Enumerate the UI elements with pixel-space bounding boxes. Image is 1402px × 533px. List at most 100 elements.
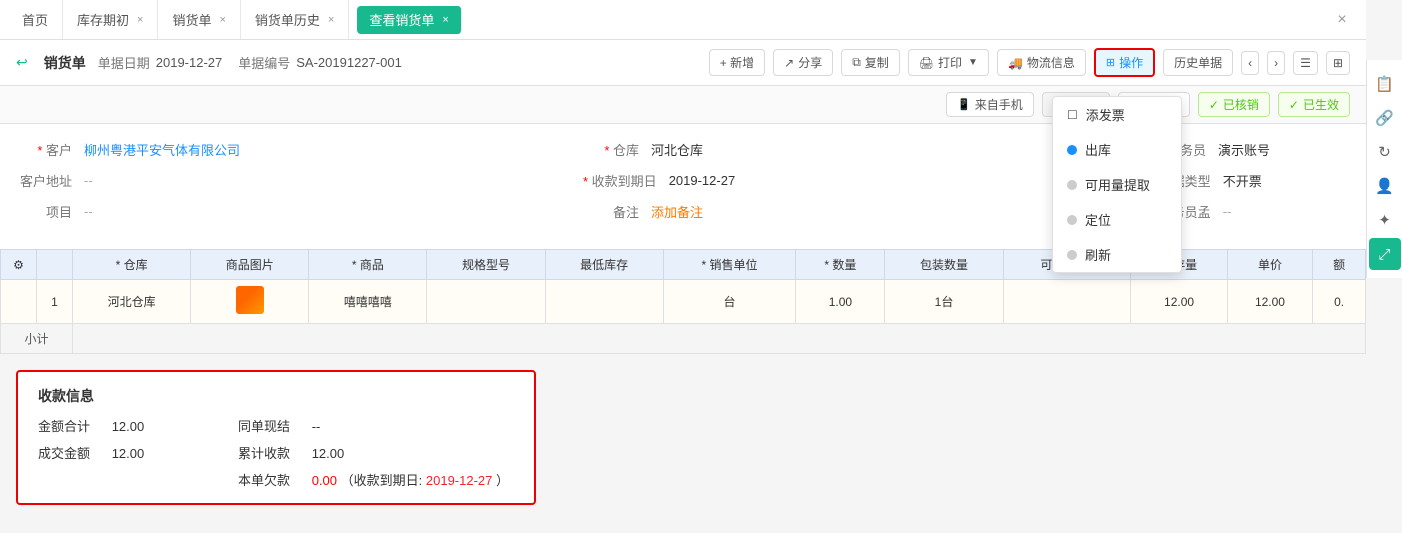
col-sales-unit: * 销售单位 xyxy=(663,250,796,280)
print-button[interactable]: 🖨 打印 ▼ xyxy=(908,49,989,76)
col-gear[interactable]: ⚙ xyxy=(1,250,37,280)
tab-home[interactable]: 首页 xyxy=(8,0,63,39)
history-button[interactable]: 历史单据 xyxy=(1163,49,1233,76)
col-min-stock: 最低库存 xyxy=(545,250,663,280)
project-label: 项目 xyxy=(16,202,76,221)
canceled-badge: ✓ 已核销 xyxy=(1198,92,1270,117)
doc-number-label: 单据编号 xyxy=(238,53,290,72)
add-remark-button[interactable]: 添加备注 xyxy=(651,202,703,221)
cumulative-value: 12.00 xyxy=(312,446,345,461)
row-product: 嘻嘻嘻嘻 xyxy=(309,280,427,324)
same-order-label: 同单现结 xyxy=(238,419,290,434)
doc-title: 销货单 xyxy=(44,53,86,73)
total-amount-label: 金额合计 xyxy=(38,419,90,434)
address-field: 客户地址 -- xyxy=(16,171,583,190)
grid-view-button[interactable]: ⊞ xyxy=(1326,51,1350,75)
dropdown-refresh[interactable]: 刷新 xyxy=(1053,237,1181,272)
col-product: * 商品 xyxy=(309,250,427,280)
share-button[interactable]: ↗ 分享 xyxy=(773,49,833,76)
add-invoice-icon: ☐ xyxy=(1067,108,1078,122)
address-value: -- xyxy=(84,173,93,188)
row-qty: 1.00 xyxy=(796,280,885,324)
copy-button[interactable]: ⧉ 复制 xyxy=(841,49,900,76)
warehouse-value: 河北仓库 xyxy=(651,140,703,159)
transaction-label: 成交金额 xyxy=(38,446,90,461)
transaction-value: 12.00 xyxy=(112,446,145,461)
tab-view-close[interactable]: × xyxy=(442,14,448,26)
tab-sales-label: 销货单 xyxy=(172,10,211,29)
sidebar-expand-icon[interactable]: ⤢ xyxy=(1369,238,1401,270)
tab-sales-order[interactable]: 销货单 × xyxy=(158,0,240,39)
refresh-icon xyxy=(1067,250,1077,260)
out-stock-label: 出库 xyxy=(1085,140,1111,159)
doc-title-icon: ↩ xyxy=(16,54,28,71)
doc-date-field: 单据日期 2019-12-27 xyxy=(98,53,223,72)
payment-cumulative: 累计收款 12.00 xyxy=(238,443,514,462)
payment-box: 收款信息 金额合计 12.00 同单现结 -- 成交金额 12.00 累计收款 xyxy=(16,370,536,505)
sidebar-star-icon[interactable]: ✦ xyxy=(1369,204,1401,236)
ticket-value: 不开票 xyxy=(1223,171,1262,190)
prev-button[interactable]: ‹ xyxy=(1241,51,1259,75)
row-available xyxy=(1003,280,1131,324)
add-invoice-label: 添发票 xyxy=(1086,105,1125,124)
sidebar-refresh-icon[interactable]: ↻ xyxy=(1369,136,1401,168)
row-min-stock xyxy=(545,280,663,324)
operation-button[interactable]: ⊞ 操作 xyxy=(1094,48,1155,77)
dropdown-available-qty[interactable]: 可用量提取 xyxy=(1053,167,1181,202)
window-close-button[interactable]: × xyxy=(1326,4,1358,36)
col-spec: 规格型号 xyxy=(427,250,545,280)
dropdown-add-invoice[interactable]: ☐ 添发票 xyxy=(1053,97,1181,132)
next-button[interactable]: › xyxy=(1267,51,1285,75)
table-row: 1 河北仓库 嘻嘻嘻嘻 台 1.00 1台 12.00 12.00 0. xyxy=(1,280,1366,324)
tab-view-label: 查看销货单 xyxy=(369,10,434,29)
same-order-value: -- xyxy=(312,419,321,434)
payment-title: 收款信息 xyxy=(38,386,514,406)
total-amount-value: 12.00 xyxy=(112,419,145,434)
sidebar-doc-icon[interactable]: 📋 xyxy=(1369,68,1401,100)
payment-section: 收款信息 金额合计 12.00 同单现结 -- 成交金额 12.00 累计收款 xyxy=(0,354,1366,513)
col-qty: * 数量 xyxy=(796,250,885,280)
tab-home-label: 首页 xyxy=(22,10,48,29)
due-date-value: 2019-12-27 xyxy=(669,173,736,188)
tab-inventory-init[interactable]: 库存期初 × xyxy=(63,0,158,39)
doc-header: ↩ 销货单 单据日期 2019-12-27 单据编号 SA-20191227-0… xyxy=(0,40,1366,86)
customer-value[interactable]: 柳州粤港平安气体有限公司 xyxy=(84,140,240,159)
tab-inventory-close[interactable]: × xyxy=(137,14,143,26)
tab-view-sales[interactable]: 查看销货单 × xyxy=(357,6,461,34)
row-amount: 0. xyxy=(1313,280,1366,324)
locate-label: 定位 xyxy=(1085,210,1111,229)
row-product-img xyxy=(191,280,309,324)
logistics-button[interactable]: 🚚 物流信息 xyxy=(997,49,1086,76)
due-note-end: ） xyxy=(496,473,509,488)
tab-bar: 首页 库存期初 × 销货单 × 销货单历史 × 查看销货单 × × xyxy=(0,0,1366,40)
locate-icon xyxy=(1067,215,1077,225)
due-amount-label: 本单欠款 xyxy=(238,473,290,488)
due-amount-value: 0.00 xyxy=(312,473,337,488)
dropdown-locate[interactable]: 定位 xyxy=(1053,202,1181,237)
list-view-button[interactable]: ☰ xyxy=(1293,51,1318,75)
customer-field: 客户 柳州粤港平安气体有限公司 xyxy=(16,140,583,159)
payment-grid: 金额合计 12.00 同单现结 -- 成交金额 12.00 累计收款 12.00 xyxy=(38,416,514,489)
subtotal-row: 小计 xyxy=(1,324,1366,354)
doc-date-value: 2019-12-27 xyxy=(156,55,223,70)
col-product-img: 商品图片 xyxy=(191,250,309,280)
tab-history-close[interactable]: × xyxy=(328,14,334,26)
customer-label: 客户 xyxy=(16,140,76,159)
row-sales-unit: 台 xyxy=(663,280,796,324)
tab-sales-close[interactable]: × xyxy=(219,14,225,26)
row-spec xyxy=(427,280,545,324)
sidebar-user-icon[interactable]: 👤 xyxy=(1369,170,1401,202)
payment-total-label: 金额合计 12.00 xyxy=(38,416,238,435)
from-phone-button[interactable]: 📱 来自手机 xyxy=(946,92,1034,117)
toolbar: + 新增 ↗ 分享 ⧉ 复制 🖨 打印 ▼ 🚚 物流信息 ⊞ 操作 历史单据 ‹ xyxy=(709,48,1350,77)
payment-same-order: 同单现结 -- xyxy=(238,416,514,435)
right-sidebar: 📋 🔗 ↻ 👤 ✦ ⤢ xyxy=(1366,60,1402,278)
col-unit-price: 单价 xyxy=(1227,250,1312,280)
row-warehouse: 河北仓库 xyxy=(73,280,191,324)
remark-label: 备注 xyxy=(583,202,643,221)
dropdown-out-stock[interactable]: 出库 xyxy=(1053,132,1181,167)
sidebar-link-icon[interactable]: 🔗 xyxy=(1369,102,1401,134)
due-note: （收款到期日: xyxy=(341,473,423,488)
tab-sales-history[interactable]: 销货单历史 × xyxy=(241,0,349,39)
new-button[interactable]: + 新增 xyxy=(709,49,765,76)
